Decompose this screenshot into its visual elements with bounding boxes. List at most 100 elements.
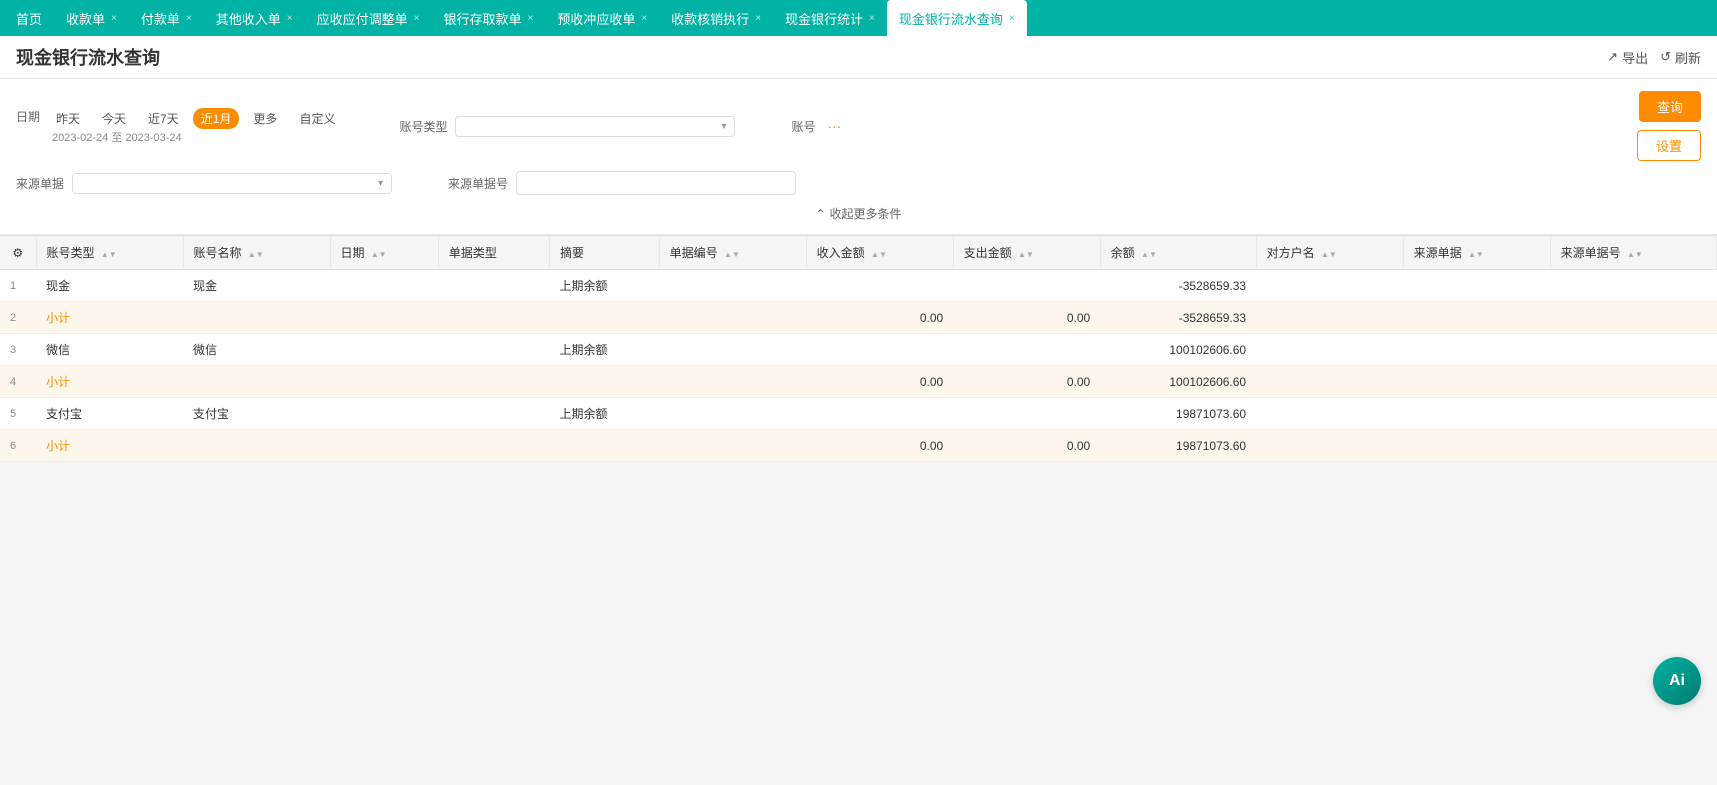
th-income[interactable]: 收入金额 ▲▼: [806, 236, 953, 270]
close-icon[interactable]: ×: [287, 13, 293, 24]
collapse-icon: ⌃: [815, 207, 825, 221]
ai-assistant-button[interactable]: Ai: [1653, 657, 1701, 705]
page-title: 现金银行流水查询: [16, 44, 160, 70]
table-cell: 6: [0, 430, 36, 462]
th-account-name[interactable]: 账号名称 ▲▼: [183, 236, 330, 270]
close-icon[interactable]: ×: [755, 13, 761, 24]
nav-advance-offset[interactable]: 预收冲应收单 ×: [545, 0, 659, 36]
filter-row-1: 日期 昨天 今天 近7天 近1月 更多 自定义 2023-02-24 至 202…: [16, 91, 1701, 161]
table-row: 4小计0.000.00100102606.60: [0, 366, 1717, 398]
date-1month[interactable]: 近1月: [193, 108, 240, 129]
close-icon[interactable]: ×: [186, 13, 192, 24]
nav-home[interactable]: 首页: [4, 0, 54, 36]
table-cell: 100102606.60: [1100, 366, 1256, 398]
th-source-doc[interactable]: 来源单据 ▲▼: [1403, 236, 1550, 270]
date-today[interactable]: 今天: [94, 108, 134, 129]
table-cell: [550, 302, 660, 334]
refresh-button[interactable]: ↺ 刷新: [1660, 48, 1701, 67]
date-label: 日期: [16, 108, 40, 125]
close-icon[interactable]: ×: [869, 13, 875, 24]
th-expense[interactable]: 支出金额 ▲▼: [953, 236, 1100, 270]
close-icon[interactable]: ×: [641, 13, 647, 24]
table-cell: 19871073.60: [1100, 398, 1256, 430]
date-custom[interactable]: 自定义: [291, 108, 343, 129]
top-navigation: 首页 收款单 × 付款单 × 其他收入单 × 应收应付调整单 × 银行存取款单 …: [0, 0, 1717, 36]
settings-button[interactable]: 设置: [1637, 130, 1701, 161]
table-cell: [659, 366, 806, 398]
account-filter-group: 账号 ···: [791, 118, 845, 135]
filter-buttons: 查询 设置: [1637, 91, 1701, 161]
filter-row-2: 来源单据 ▾ 来源单据号: [16, 171, 1701, 195]
table-cell: -3528659.33: [1100, 270, 1256, 302]
date-options: 昨天 今天 近7天 近1月 更多 自定义: [48, 108, 343, 129]
date-7days[interactable]: 近7天: [140, 108, 187, 129]
table-row: 1现金现金上期余额-3528659.33: [0, 270, 1717, 302]
close-icon[interactable]: ×: [111, 13, 117, 24]
query-button[interactable]: 查询: [1639, 91, 1701, 122]
source-doc-select[interactable]: ▾: [72, 173, 392, 194]
table-cell: 小计: [36, 366, 183, 398]
th-summary: 摘要: [550, 236, 660, 270]
th-doc-num[interactable]: 单据编号 ▲▼: [659, 236, 806, 270]
account-type-select[interactable]: ▾: [455, 116, 735, 137]
table-cell: [659, 270, 806, 302]
date-yesterday[interactable]: 昨天: [48, 108, 88, 129]
nav-receipt[interactable]: 收款单 ×: [54, 0, 129, 36]
nav-cash-bank-stat[interactable]: 现金银行统计 ×: [773, 0, 887, 36]
collapse-button[interactable]: ⌃ 收起更多条件: [815, 205, 901, 222]
table-cell: 5: [0, 398, 36, 430]
table-cell: 0.00: [806, 302, 953, 334]
sort-icon: ▲▼: [724, 251, 740, 259]
nav-ar-ap-adjust[interactable]: 应收应付调整单 ×: [305, 0, 432, 36]
table-cell: [438, 270, 549, 302]
refresh-icon: ↺: [1660, 49, 1671, 65]
table-cell: [438, 430, 549, 462]
export-button[interactable]: ↗ 导出: [1607, 48, 1648, 67]
table-row: 6小计0.000.0019871073.60: [0, 430, 1717, 462]
th-source-doc-num[interactable]: 来源单据号 ▲▼: [1550, 236, 1716, 270]
table-cell: 3: [0, 334, 36, 366]
table-cell: 上期余额: [550, 398, 660, 430]
chevron-down-icon: ▾: [721, 121, 726, 132]
table-cell: 上期余额: [550, 270, 660, 302]
source-doc-num-input[interactable]: [516, 171, 796, 195]
nav-receipt-exec[interactable]: 收款核销执行 ×: [659, 0, 773, 36]
table-cell: 0.00: [953, 366, 1100, 398]
table-cell: 0.00: [806, 366, 953, 398]
table-cell: [1403, 334, 1550, 366]
filter-area: 日期 昨天 今天 近7天 近1月 更多 自定义 2023-02-24 至 202…: [0, 79, 1717, 235]
th-balance[interactable]: 余额 ▲▼: [1100, 236, 1256, 270]
table-cell: [659, 334, 806, 366]
table-cell: [659, 398, 806, 430]
nav-cash-bank-flow[interactable]: 现金银行流水查询 ×: [887, 0, 1027, 36]
table-cell: [1256, 270, 1403, 302]
nav-other-income[interactable]: 其他收入单 ×: [204, 0, 305, 36]
th-date[interactable]: 日期 ▲▼: [330, 236, 438, 270]
date-more[interactable]: 更多: [245, 108, 285, 129]
table-cell: [438, 302, 549, 334]
sort-icon: ▲▼: [1321, 251, 1337, 259]
th-account-type[interactable]: 账号类型 ▲▼: [36, 236, 183, 270]
table-cell: [438, 366, 549, 398]
table-cell: [1403, 270, 1550, 302]
sort-icon: ▲▼: [248, 251, 264, 259]
th-counterpart[interactable]: 对方户名 ▲▼: [1256, 236, 1403, 270]
table-cell: [1550, 302, 1716, 334]
chevron-down-icon: ▾: [378, 178, 383, 189]
ellipsis-button[interactable]: ···: [823, 118, 845, 134]
nav-payment[interactable]: 付款单 ×: [129, 0, 204, 36]
date-filter-group: 日期 昨天 今天 近7天 近1月 更多 自定义 2023-02-24 至 202…: [16, 108, 343, 145]
table-row: 2小计0.000.00-3528659.33: [0, 302, 1717, 334]
th-settings[interactable]: ⚙: [0, 236, 36, 270]
table-cell: [1256, 302, 1403, 334]
close-icon[interactable]: ×: [1009, 13, 1015, 24]
settings-icon: ⚙: [12, 246, 23, 260]
nav-bank-deposit[interactable]: 银行存取款单 ×: [431, 0, 545, 36]
th-doc-type: 单据类型: [438, 236, 549, 270]
table-cell: [183, 430, 330, 462]
close-icon[interactable]: ×: [527, 13, 533, 24]
close-icon[interactable]: ×: [414, 13, 420, 24]
table-cell: 0.00: [806, 430, 953, 462]
account-label: 账号: [791, 118, 815, 135]
table-header-row: ⚙ 账号类型 ▲▼ 账号名称 ▲▼ 日期 ▲▼ 单据类型 摘: [0, 236, 1717, 270]
